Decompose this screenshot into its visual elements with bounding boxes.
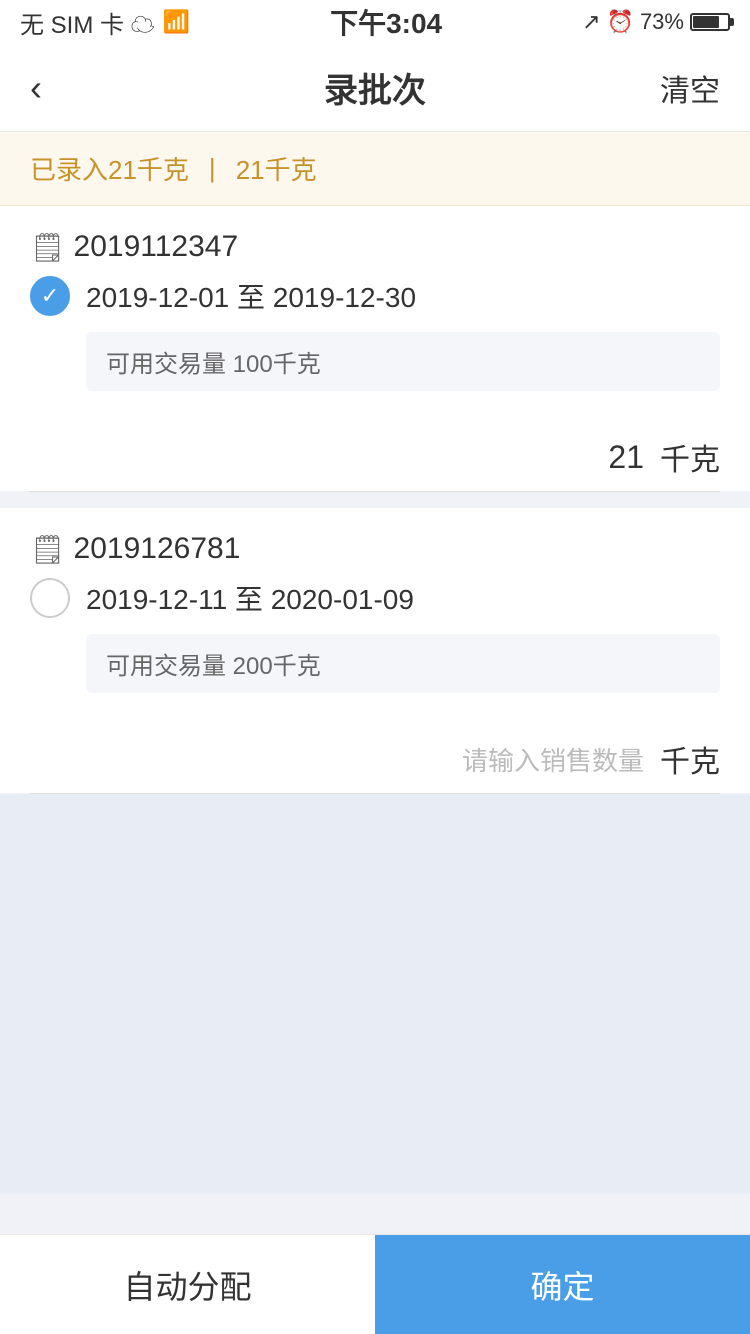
qty-value-1: 21 <box>608 439 644 476</box>
summary-divider: | <box>209 153 216 184</box>
location-icon: ↗ <box>582 9 600 35</box>
qty-input-2[interactable] <box>444 741 644 778</box>
battery-label: 73% <box>640 9 684 35</box>
status-left: 无 SIM 卡 ☁ 📶 <box>20 5 190 40</box>
empty-area <box>0 794 750 1194</box>
summary-value: 21千克 <box>236 150 317 187</box>
available-qty-2: 可用交易量 200千克 <box>86 634 720 693</box>
nav-bar: ‹ 录批次 清空 <box>0 44 750 132</box>
auto-distribute-button[interactable]: 自动分配 <box>0 1235 375 1334</box>
unit-1: 千克 <box>660 435 720 479</box>
batch-icon-1: 🗒 <box>30 231 66 264</box>
wifi-icon: 📶 <box>163 9 190 35</box>
status-bar: 无 SIM 卡 ☁ 📶 下午3:04 ↗ ⏰ 73% <box>0 0 750 44</box>
section-separator <box>0 492 750 508</box>
value-row-1: 21 千克 <box>0 415 750 491</box>
alarm-icon: ⏰ <box>607 9 634 35</box>
no-sim-label: 无 SIM 卡 ☁ <box>20 5 155 40</box>
summary-bar: 已录入21千克 | 21千克 <box>0 132 750 206</box>
status-right: ↗ ⏰ 73% <box>582 9 730 35</box>
bottom-buttons: 自动分配 确定 <box>0 1234 750 1334</box>
status-time: 下午3:04 <box>330 2 442 42</box>
batch-date-row-1[interactable]: ✓ 2019-12-01 至 2019-12-30 <box>30 276 720 316</box>
page-container: 无 SIM 卡 ☁ 📶 下午3:04 ↗ ⏰ 73% ‹ 录批次 清空 已录入2… <box>0 0 750 1334</box>
batch-id-row-1: 🗒 2019112347 <box>30 230 720 264</box>
batch-id-1: 2019112347 <box>74 230 239 264</box>
batch-icon-2: 🗒 <box>30 533 66 566</box>
batch-date-text-1: 2019-12-01 至 2019-12-30 <box>86 276 416 316</box>
radio-selected-1[interactable]: ✓ <box>30 276 70 316</box>
battery-icon <box>690 13 730 31</box>
batch-item-2: 🗒 2019126781 2019-12-11 至 2020-01-09 可用交… <box>0 508 750 717</box>
batch-date-text-2: 2019-12-11 至 2020-01-09 <box>86 578 414 618</box>
radio-unselected-2[interactable] <box>30 578 70 618</box>
summary-recorded-label: 已录入21千克 <box>30 150 189 187</box>
batch-item-1: 🗒 2019112347 ✓ 2019-12-01 至 2019-12-30 可… <box>0 206 750 415</box>
scroll-content: 🗒 2019112347 ✓ 2019-12-01 至 2019-12-30 可… <box>0 206 750 1334</box>
batch-id-row-2: 🗒 2019126781 <box>30 532 720 566</box>
batch-id-2: 2019126781 <box>74 532 241 566</box>
confirm-button[interactable]: 确定 <box>375 1235 750 1334</box>
unit-2: 千克 <box>660 737 720 781</box>
input-row-2: 千克 <box>0 717 750 793</box>
clear-button[interactable]: 清空 <box>660 66 720 110</box>
available-qty-1: 可用交易量 100千克 <box>86 332 720 391</box>
batch-date-row-2[interactable]: 2019-12-11 至 2020-01-09 <box>30 578 720 618</box>
page-title: 录批次 <box>324 63 426 112</box>
back-button[interactable]: ‹ <box>30 67 90 109</box>
